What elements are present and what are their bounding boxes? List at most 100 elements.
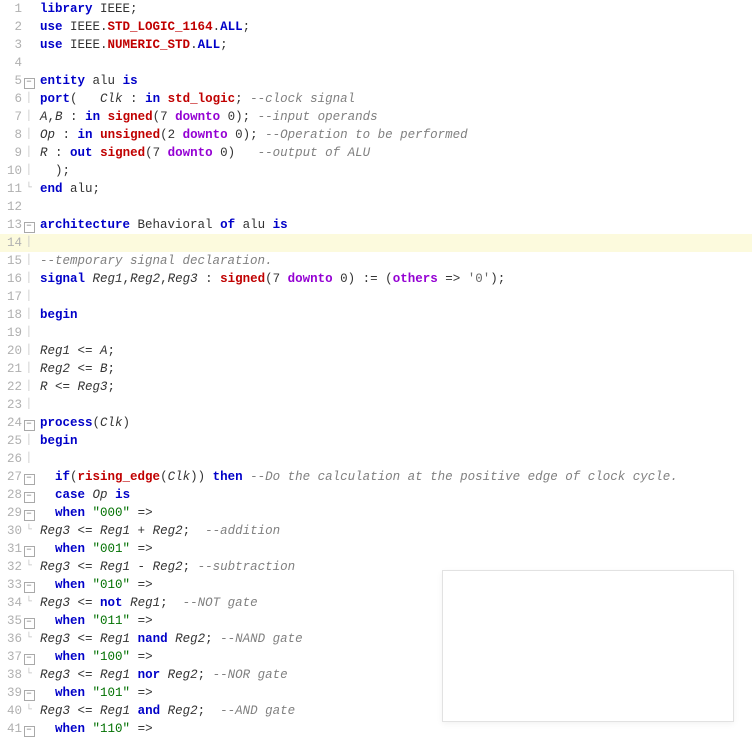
code-line[interactable]: 18│begin: [0, 306, 752, 324]
code-line[interactable]: 25│begin: [0, 432, 752, 450]
code-line[interactable]: 19│: [0, 324, 752, 342]
code-line[interactable]: 16│signal Reg1,Reg2,Reg3 : signed(7 down…: [0, 270, 752, 288]
code-line[interactable]: 39− when "101" =>: [0, 684, 752, 702]
code-content[interactable]: Reg1 <= A;: [36, 342, 752, 360]
fold-gutter[interactable]: −: [22, 540, 36, 558]
code-content[interactable]: process(Clk): [36, 414, 752, 432]
code-line[interactable]: 15│--temporary signal declaration.: [0, 252, 752, 270]
code-line[interactable]: 23│: [0, 396, 752, 414]
code-line[interactable]: 41− when "110" =>: [0, 720, 752, 738]
code-content[interactable]: port( Clk : in std_logic; --clock signal: [36, 90, 752, 108]
code-content[interactable]: Op : in unsigned(2 downto 0); --Operatio…: [36, 126, 752, 144]
fold-toggle-icon[interactable]: −: [24, 726, 35, 737]
code-line[interactable]: 8│Op : in unsigned(2 downto 0); --Operat…: [0, 126, 752, 144]
fold-gutter[interactable]: −: [22, 612, 36, 630]
code-line[interactable]: 24−process(Clk): [0, 414, 752, 432]
code-line[interactable]: 10│ );: [0, 162, 752, 180]
code-line[interactable]: 9│R : out signed(7 downto 0) --output of…: [0, 144, 752, 162]
code-line[interactable]: 26│: [0, 450, 752, 468]
fold-gutter[interactable]: −: [22, 576, 36, 594]
code-content[interactable]: signal Reg1,Reg2,Reg3 : signed(7 downto …: [36, 270, 752, 288]
fold-gutter[interactable]: −: [22, 414, 36, 432]
code-content[interactable]: R : out signed(7 downto 0) --output of A…: [36, 144, 752, 162]
code-content[interactable]: when "101" =>: [36, 684, 752, 702]
code-content[interactable]: when "011" =>: [36, 612, 752, 630]
code-line[interactable]: 36└Reg3 <= Reg1 nand Reg2; --NAND gate: [0, 630, 752, 648]
code-content[interactable]: R <= Reg3;: [36, 378, 752, 396]
code-content[interactable]: begin: [36, 306, 752, 324]
code-content[interactable]: Reg3 <= Reg1 + Reg2; --addition: [36, 522, 752, 540]
code-content[interactable]: architecture Behavioral of alu is: [36, 216, 752, 234]
fold-toggle-icon[interactable]: −: [24, 510, 35, 521]
code-content[interactable]: use IEEE.NUMERIC_STD.ALL;: [36, 36, 752, 54]
code-content[interactable]: --temporary signal declaration.: [36, 252, 752, 270]
fold-gutter[interactable]: −: [22, 216, 36, 234]
code-line[interactable]: 21│Reg2 <= B;: [0, 360, 752, 378]
fold-toggle-icon[interactable]: −: [24, 474, 35, 485]
code-line[interactable]: 33− when "010" =>: [0, 576, 752, 594]
fold-toggle-icon[interactable]: −: [24, 420, 35, 431]
fold-toggle-icon[interactable]: −: [24, 654, 35, 665]
fold-toggle-icon[interactable]: −: [24, 78, 35, 89]
fold-gutter[interactable]: −: [22, 648, 36, 666]
fold-toggle-icon[interactable]: −: [24, 492, 35, 503]
code-content[interactable]: Reg2 <= B;: [36, 360, 752, 378]
fold-toggle-icon[interactable]: −: [24, 582, 35, 593]
code-content[interactable]: when "001" =>: [36, 540, 752, 558]
code-content[interactable]: end alu;: [36, 180, 752, 198]
code-line[interactable]: 34└Reg3 <= not Reg1; --NOT gate: [0, 594, 752, 612]
code-line[interactable]: 30└Reg3 <= Reg1 + Reg2; --addition: [0, 522, 752, 540]
code-line[interactable]: 22│R <= Reg3;: [0, 378, 752, 396]
code-line[interactable]: 38└Reg3 <= Reg1 nor Reg2; --NOR gate: [0, 666, 752, 684]
code-line[interactable]: 1library IEEE;: [0, 0, 752, 18]
code-content[interactable]: entity alu is: [36, 72, 752, 90]
code-line[interactable]: 2use IEEE.STD_LOGIC_1164.ALL;: [0, 18, 752, 36]
code-content[interactable]: Reg3 <= not Reg1; --NOT gate: [36, 594, 752, 612]
code-content[interactable]: use IEEE.STD_LOGIC_1164.ALL;: [36, 18, 752, 36]
fold-toggle-icon[interactable]: −: [24, 618, 35, 629]
code-content[interactable]: when "000" =>: [36, 504, 752, 522]
code-line[interactable]: 32└Reg3 <= Reg1 - Reg2; --subtraction: [0, 558, 752, 576]
code-content[interactable]: Reg3 <= Reg1 and Reg2; --AND gate: [36, 702, 752, 720]
fold-toggle-icon[interactable]: −: [24, 546, 35, 557]
code-content[interactable]: Reg3 <= Reg1 nand Reg2; --NAND gate: [36, 630, 752, 648]
code-line[interactable]: 4: [0, 54, 752, 72]
code-line[interactable]: 31− when "001" =>: [0, 540, 752, 558]
code-line[interactable]: 28− case Op is: [0, 486, 752, 504]
code-line[interactable]: 7│A,B : in signed(7 downto 0); --input o…: [0, 108, 752, 126]
code-line[interactable]: 40└Reg3 <= Reg1 and Reg2; --AND gate: [0, 702, 752, 720]
code-content[interactable]: Reg3 <= Reg1 nor Reg2; --NOR gate: [36, 666, 752, 684]
fold-gutter[interactable]: −: [22, 468, 36, 486]
code-line[interactable]: 17│: [0, 288, 752, 306]
code-content[interactable]: begin: [36, 432, 752, 450]
fold-gutter[interactable]: −: [22, 684, 36, 702]
code-line[interactable]: 27− if(rising_edge(Clk)) then --Do the c…: [0, 468, 752, 486]
code-line[interactable]: 29− when "000" =>: [0, 504, 752, 522]
code-line[interactable]: 14│: [0, 234, 752, 252]
fold-gutter[interactable]: −: [22, 504, 36, 522]
code-content[interactable]: when "010" =>: [36, 576, 752, 594]
code-line[interactable]: 6│port( Clk : in std_logic; --clock sign…: [0, 90, 752, 108]
fold-toggle-icon[interactable]: −: [24, 222, 35, 233]
fold-gutter[interactable]: −: [22, 720, 36, 738]
code-content[interactable]: );: [36, 162, 752, 180]
code-content[interactable]: A,B : in signed(7 downto 0); --input ope…: [36, 108, 752, 126]
code-line[interactable]: 11└end alu;: [0, 180, 752, 198]
fold-toggle-icon[interactable]: −: [24, 690, 35, 701]
fold-gutter[interactable]: −: [22, 72, 36, 90]
code-content[interactable]: library IEEE;: [36, 0, 752, 18]
code-content[interactable]: if(rising_edge(Clk)) then --Do the calcu…: [36, 468, 752, 486]
code-content[interactable]: when "110" =>: [36, 720, 752, 738]
code-line[interactable]: 3use IEEE.NUMERIC_STD.ALL;: [0, 36, 752, 54]
code-editor[interactable]: 1library IEEE;2use IEEE.STD_LOGIC_1164.A…: [0, 0, 752, 738]
code-line[interactable]: 5−entity alu is: [0, 72, 752, 90]
code-line[interactable]: 20│Reg1 <= A;: [0, 342, 752, 360]
code-line[interactable]: 13−architecture Behavioral of alu is: [0, 216, 752, 234]
code-line[interactable]: 12: [0, 198, 752, 216]
code-line[interactable]: 35− when "011" =>: [0, 612, 752, 630]
code-content[interactable]: when "100" =>: [36, 648, 752, 666]
fold-gutter[interactable]: −: [22, 486, 36, 504]
code-line[interactable]: 37− when "100" =>: [0, 648, 752, 666]
code-content[interactable]: Reg3 <= Reg1 - Reg2; --subtraction: [36, 558, 752, 576]
code-content[interactable]: case Op is: [36, 486, 752, 504]
